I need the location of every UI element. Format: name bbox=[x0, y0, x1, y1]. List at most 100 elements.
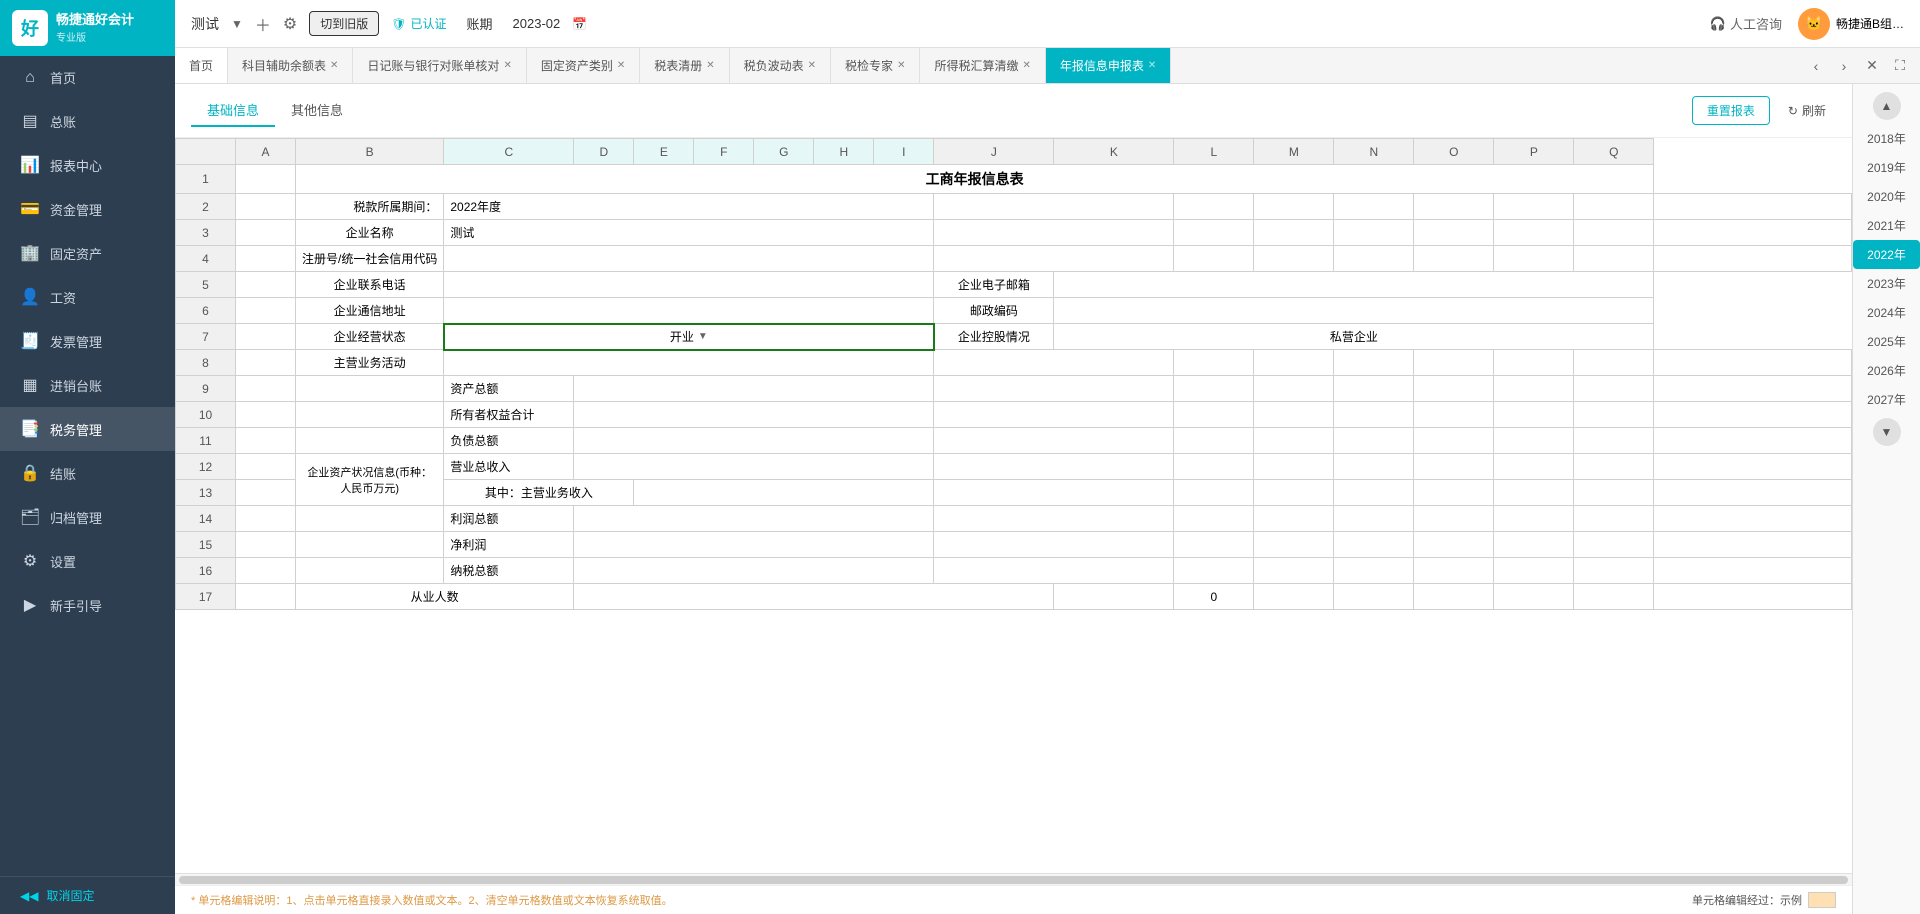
cell-9-Q[interactable] bbox=[1654, 376, 1852, 402]
cell-9-B[interactable] bbox=[296, 376, 444, 402]
subtab-other[interactable]: 其他信息 bbox=[275, 94, 359, 127]
cell-15-O[interactable] bbox=[1494, 532, 1574, 558]
cell-9-D[interactable] bbox=[574, 376, 934, 402]
cell-4-K[interactable] bbox=[1174, 246, 1254, 272]
cell-15-P[interactable] bbox=[1574, 532, 1654, 558]
cell-3-P[interactable] bbox=[1574, 220, 1654, 246]
cell-16-Q[interactable] bbox=[1654, 558, 1852, 584]
cell-4-B[interactable]: 注册号/统一社会信用代码 bbox=[296, 246, 444, 272]
sidebar-collapse[interactable]: ◀◀ 取消固定 bbox=[0, 876, 175, 914]
reset-button[interactable]: 重置报表 bbox=[1692, 96, 1770, 125]
cell-12-N[interactable] bbox=[1414, 454, 1494, 480]
cell-15-N[interactable] bbox=[1414, 532, 1494, 558]
cell-12-J[interactable] bbox=[934, 454, 1174, 480]
tab-close-all-button[interactable]: ✕ bbox=[1860, 54, 1884, 78]
tab-close-icon[interactable]: ✕ bbox=[330, 60, 338, 71]
cell-9-J[interactable] bbox=[934, 376, 1174, 402]
cell-15-C[interactable]: 净利润 bbox=[444, 532, 574, 558]
col-header-I[interactable]: I bbox=[874, 139, 934, 165]
cell-4-C[interactable] bbox=[444, 246, 934, 272]
sidebar-item-guide[interactable]: ▶ 新手引导 bbox=[0, 583, 175, 627]
grid-wrapper[interactable]: A B C D E F G H I J K L M bbox=[175, 138, 1852, 873]
cell-14-A[interactable] bbox=[236, 506, 296, 532]
cell-13-C[interactable]: 其中：主营业务收入 bbox=[444, 480, 634, 506]
cell-7-K[interactable]: 私营企业 bbox=[1054, 324, 1654, 350]
cell-16-B[interactable] bbox=[296, 558, 444, 584]
cell-4-M[interactable] bbox=[1334, 246, 1414, 272]
tab-close-icon[interactable]: ✕ bbox=[1022, 60, 1030, 71]
sidebar-item-tax[interactable]: 📑 税务管理 bbox=[0, 407, 175, 451]
cell-5-C[interactable] bbox=[444, 272, 934, 298]
cell-6-J[interactable]: 邮政编码 bbox=[934, 298, 1054, 324]
cell-14-N[interactable] bbox=[1414, 506, 1494, 532]
cell-16-C[interactable]: 纳税总额 bbox=[444, 558, 574, 584]
cell-12-D[interactable] bbox=[574, 454, 934, 480]
cell-16-O[interactable] bbox=[1494, 558, 1574, 584]
cell-6-A[interactable] bbox=[236, 298, 296, 324]
cell-2-O[interactable] bbox=[1494, 194, 1574, 220]
cell-9-L[interactable] bbox=[1254, 376, 1334, 402]
tab-close-icon[interactable]: ✕ bbox=[617, 60, 625, 71]
year-item-2019[interactable]: 2019年 bbox=[1853, 153, 1920, 182]
cell-3-Q[interactable] bbox=[1654, 220, 1852, 246]
tab-home[interactable]: 首页 bbox=[175, 48, 228, 83]
cell-14-M[interactable] bbox=[1334, 506, 1414, 532]
year-item-2027[interactable]: 2027年 bbox=[1853, 385, 1920, 414]
cell-13-Q[interactable] bbox=[1654, 480, 1852, 506]
cell-10-O[interactable] bbox=[1494, 402, 1574, 428]
cell-12-P[interactable] bbox=[1574, 454, 1654, 480]
cell-7-C[interactable]: 开业 ▼ bbox=[444, 324, 934, 350]
cell-8-B[interactable]: 主营业务活动 bbox=[296, 350, 444, 376]
cell-3-O[interactable] bbox=[1494, 220, 1574, 246]
cell-11-J[interactable] bbox=[934, 428, 1174, 454]
cell-9-C[interactable]: 资产总额 bbox=[444, 376, 574, 402]
cell-14-D[interactable] bbox=[574, 506, 934, 532]
year-item-2018[interactable]: 2018年 bbox=[1853, 124, 1920, 153]
cell-4-Q[interactable] bbox=[1654, 246, 1852, 272]
cell-13-N[interactable] bbox=[1414, 480, 1494, 506]
cell-14-O[interactable] bbox=[1494, 506, 1574, 532]
cell-13-J[interactable] bbox=[934, 480, 1174, 506]
cell-16-N[interactable] bbox=[1414, 558, 1494, 584]
scroll-thumb[interactable] bbox=[179, 876, 1848, 884]
cell-17-Q[interactable] bbox=[1654, 584, 1852, 610]
subtab-basic[interactable]: 基础信息 bbox=[191, 94, 275, 127]
sidebar-item-close[interactable]: 🔒 结账 bbox=[0, 451, 175, 495]
cell-4-L[interactable] bbox=[1254, 246, 1334, 272]
col-header-K[interactable]: K bbox=[1054, 139, 1174, 165]
cell-2-J[interactable] bbox=[934, 194, 1174, 220]
cell-15-L[interactable] bbox=[1254, 532, 1334, 558]
cell-11-B[interactable] bbox=[296, 428, 444, 454]
cell-4-P[interactable] bbox=[1574, 246, 1654, 272]
cell-2-A[interactable] bbox=[236, 194, 296, 220]
cell-9-O[interactable] bbox=[1494, 376, 1574, 402]
cell-17-D[interactable] bbox=[574, 584, 1054, 610]
cell-9-M[interactable] bbox=[1334, 376, 1414, 402]
cell-13-D[interactable] bbox=[634, 480, 934, 506]
cell-13-K[interactable] bbox=[1174, 480, 1254, 506]
cell-11-A[interactable] bbox=[236, 428, 296, 454]
topbar-dropdown[interactable]: ▼ bbox=[231, 17, 243, 31]
cell-7-J[interactable]: 企业控股情况 bbox=[934, 324, 1054, 350]
sidebar-item-invoice[interactable]: 🧾 发票管理 bbox=[0, 319, 175, 363]
topbar-add-button[interactable]: ＋ bbox=[255, 12, 271, 36]
cell-8-L[interactable] bbox=[1254, 350, 1334, 376]
cell-17-A[interactable] bbox=[236, 584, 296, 610]
cell-14-P[interactable] bbox=[1574, 506, 1654, 532]
cell-8-P[interactable] bbox=[1574, 350, 1654, 376]
cell-15-K[interactable] bbox=[1174, 532, 1254, 558]
cell-9-N[interactable] bbox=[1414, 376, 1494, 402]
cell-15-Q[interactable] bbox=[1654, 532, 1852, 558]
cell-3-C[interactable]: 测试 bbox=[444, 220, 934, 246]
col-header-Q[interactable]: Q bbox=[1574, 139, 1654, 165]
cell-10-L[interactable] bbox=[1254, 402, 1334, 428]
cell-13-L[interactable] bbox=[1254, 480, 1334, 506]
cell-9-A[interactable] bbox=[236, 376, 296, 402]
period-calendar-icon[interactable]: 📅 bbox=[572, 17, 587, 31]
year-item-2024[interactable]: 2024年 bbox=[1853, 298, 1920, 327]
cell-4-J[interactable] bbox=[934, 246, 1174, 272]
dropdown-cell[interactable]: 开业 ▼ bbox=[450, 328, 927, 345]
user-menu[interactable]: 🐱 畅捷通B组… bbox=[1798, 8, 1904, 40]
sidebar-item-fund[interactable]: 💳 资金管理 bbox=[0, 187, 175, 231]
cell-16-K[interactable] bbox=[1174, 558, 1254, 584]
